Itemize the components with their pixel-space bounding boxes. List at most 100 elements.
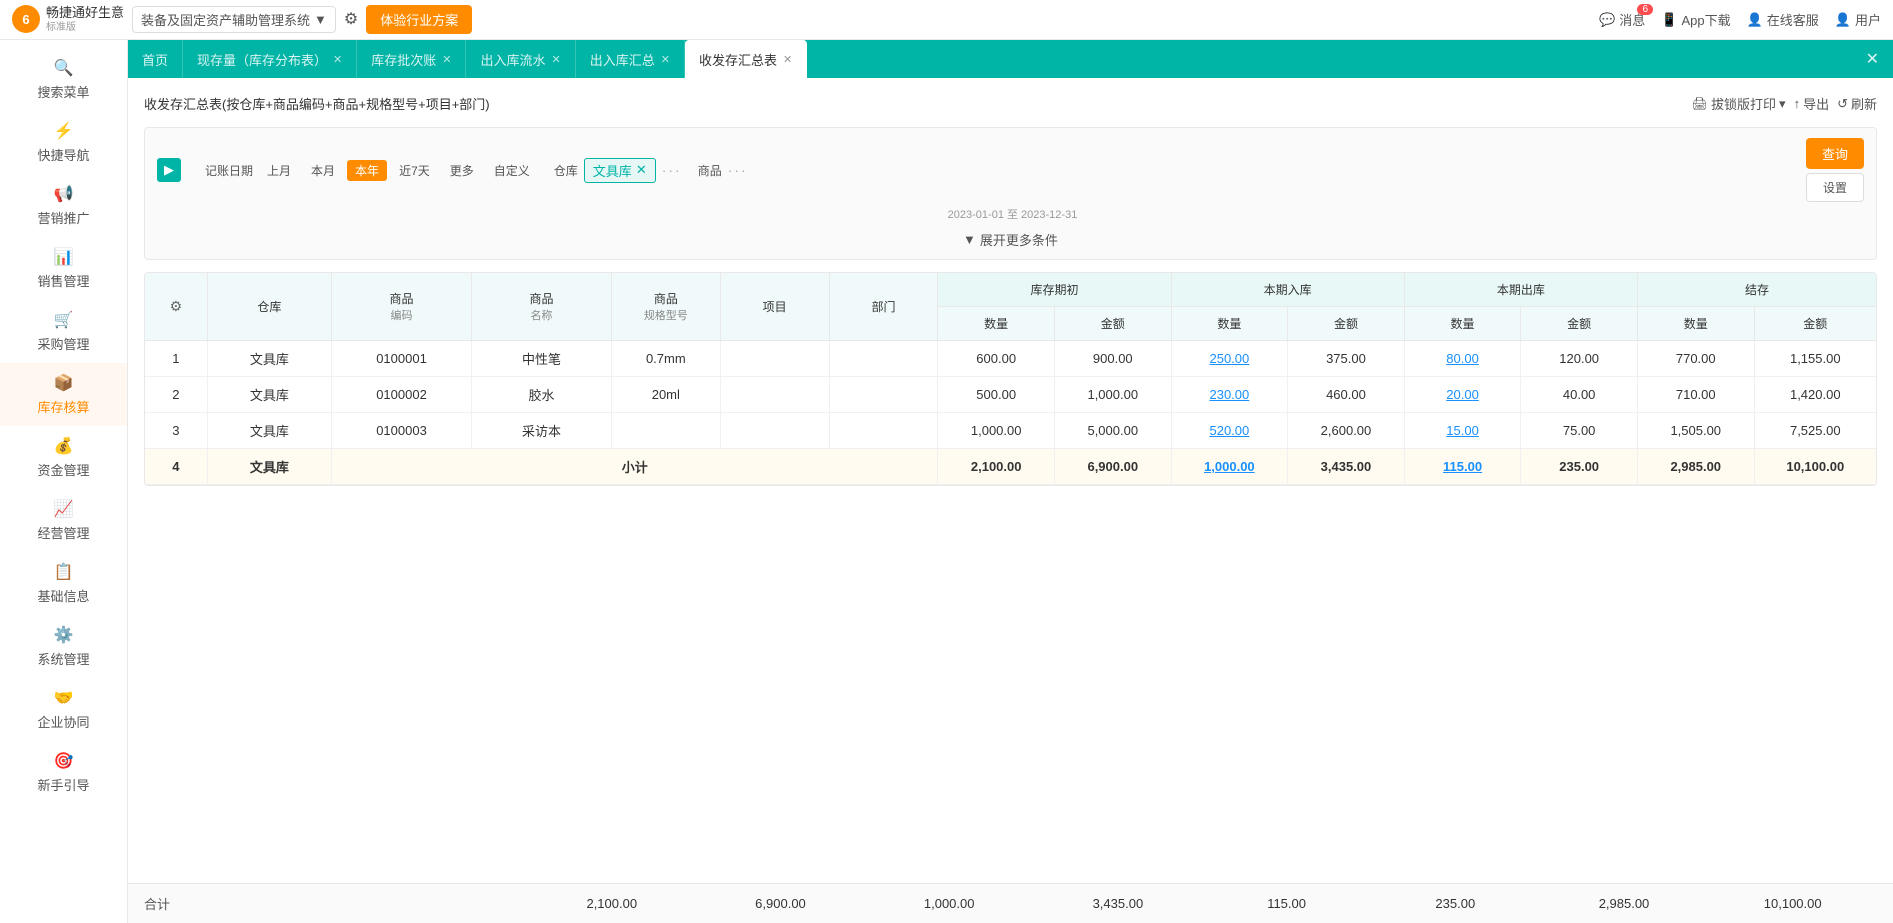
cell-out-qty[interactable]: 20.00 [1404, 377, 1521, 413]
total-col2: 6,900.00 [696, 896, 865, 911]
footer-values: 2,100.00 6,900.00 1,000.00 3,435.00 115.… [190, 896, 1877, 911]
refresh-btn[interactable]: ↺ 刷新 [1837, 94, 1877, 113]
cell-balance-qty: 1,505.00 [1637, 413, 1754, 449]
cell-spec [611, 413, 720, 449]
sidebar-item-purchase[interactable]: 🛒 采购管理 [0, 300, 127, 363]
total-col7: 2,985.00 [1540, 896, 1709, 911]
subtotal-opening-qty: 2,100.00 [938, 449, 1055, 485]
sidebar-item-base-info[interactable]: 📋 基础信息 [0, 552, 127, 615]
sidebar-item-newbie[interactable]: 🎯 新手引导 [0, 741, 127, 804]
user-btn[interactable]: 👤 用户 [1835, 10, 1881, 29]
cell-balance-amt: 7,525.00 [1754, 413, 1876, 449]
subtotal-in-qty[interactable]: 1,000.00 [1171, 449, 1288, 485]
sidebar-item-operations[interactable]: 📈 经营管理 [0, 489, 127, 552]
top-bar-left: 6 畅捷通好生意 标准版 装备及固定资产辅助管理系统 ▼ ⚙ 体验行业方案 [12, 5, 472, 35]
table-settings-icon[interactable]: ⚙ [170, 298, 183, 314]
tab-close-inout-flow[interactable]: ✕ [552, 53, 561, 66]
col-code-header: 商品编码 [332, 273, 472, 341]
message-btn[interactable]: 💬 消息 6 [1599, 10, 1645, 29]
query-button[interactable]: 查询 [1806, 138, 1864, 169]
date-tab-this-year[interactable]: 本年 [347, 160, 387, 181]
tab-receive-send-summary[interactable]: 收发存汇总表 ✕ [685, 40, 807, 78]
download-icon: 📱 [1661, 12, 1677, 28]
sidebar-item-marketing[interactable]: 📢 营销推广 [0, 174, 127, 237]
tab-bar: 首页 现存量（库存分布表） ✕ 库存批次账 ✕ 出入库流水 ✕ 出入库汇总 ✕ … [128, 40, 1893, 78]
tab-batch-ledger[interactable]: 库存批次账 ✕ [357, 40, 466, 78]
subtotal-out-qty[interactable]: 115.00 [1404, 449, 1521, 485]
sidebar-item-quick-nav[interactable]: ⚡ 快捷导航 [0, 111, 127, 174]
cell-project [720, 377, 829, 413]
cell-opening-amt: 5,000.00 [1054, 413, 1171, 449]
settings-icon-btn[interactable]: ⚙ [344, 9, 358, 29]
tab-close-inventory-dist[interactable]: ✕ [333, 53, 342, 66]
warehouse-remove-btn[interactable]: ✕ [636, 162, 647, 178]
tab-close-receive-send-summary[interactable]: ✕ [783, 53, 792, 66]
total-opening-amt-spacer [359, 896, 528, 911]
app-download-btn[interactable]: 📱 App下载 [1661, 10, 1730, 29]
sales-icon: 📊 [54, 247, 74, 267]
dropdown-arrow-icon: ▼ [314, 12, 327, 27]
filter-goods-item: 商品 ··· [698, 162, 748, 179]
col-opening-qty: 数量 [938, 307, 1055, 341]
expand-conditions-btn[interactable]: ▼ 展开更多条件 [157, 230, 1864, 249]
cell-out-qty[interactable]: 15.00 [1404, 413, 1521, 449]
sidebar-item-finance[interactable]: 💰 资金管理 [0, 426, 127, 489]
filter-collapse-btn[interactable]: ▶ [157, 158, 181, 182]
cell-project [720, 413, 829, 449]
date-filter-label: 记账日期 [205, 162, 253, 179]
filter-settings-btn[interactable]: 设置 [1806, 173, 1864, 202]
tab-home[interactable]: 首页 [128, 40, 183, 78]
data-table: ⚙ 仓库 商品编码 商品名称 商品规格型号 项目 部门 库存期初 本期入库 本期… [145, 273, 1876, 485]
export-btn[interactable]: ↑ 导出 [1794, 94, 1830, 113]
date-tab-custom[interactable]: 自定义 [486, 160, 538, 181]
goods-more-btn[interactable]: ··· [728, 162, 748, 178]
col-settings: ⚙ [145, 273, 207, 341]
date-tab-more[interactable]: 更多 [442, 160, 482, 181]
col-warehouse-header: 仓库 [207, 273, 331, 341]
tab-close-inout-summary[interactable]: ✕ [661, 53, 670, 66]
cell-in-qty[interactable]: 250.00 [1171, 341, 1288, 377]
sidebar-item-inventory[interactable]: 📦 库存核算 [0, 363, 127, 426]
logo-icon: 6 [12, 5, 40, 33]
date-tab-7days[interactable]: 近7天 [391, 160, 438, 181]
sidebar-item-system[interactable]: ⚙️ 系统管理 [0, 615, 127, 678]
tab-inout-flow[interactable]: 出入库流水 ✕ [466, 40, 575, 78]
tab-inventory-dist[interactable]: 现存量（库存分布表） ✕ [183, 40, 357, 78]
cell-dept [829, 341, 938, 377]
sidebar-item-cooperation[interactable]: 🤝 企业协同 [0, 678, 127, 741]
print-btn[interactable]: 🖨 拔锁版打印 ▾ [1692, 94, 1786, 113]
base-info-icon: 📋 [54, 562, 74, 582]
page-title-row: 收发存汇总表(按仓库+商品编码+商品+规格型号+项目+部门) 🖨 拔锁版打印 ▾… [144, 94, 1877, 113]
cell-out-amt: 75.00 [1521, 413, 1638, 449]
cell-warehouse: 文具库 [207, 413, 331, 449]
date-tab-prev-month[interactable]: 上月 [259, 160, 299, 181]
content-area: 首页 现存量（库存分布表） ✕ 库存批次账 ✕ 出入库流水 ✕ 出入库汇总 ✕ … [128, 40, 1893, 923]
online-service-btn[interactable]: 👤 在线客服 [1747, 10, 1819, 29]
cell-in-qty[interactable]: 520.00 [1171, 413, 1288, 449]
total-col3: 1,000.00 [865, 896, 1034, 911]
cell-balance-qty: 770.00 [1637, 341, 1754, 377]
tab-close-all-btn[interactable]: ✕ [1852, 49, 1893, 69]
tab-close-batch-ledger[interactable]: ✕ [442, 53, 451, 66]
page-content: 收发存汇总表(按仓库+商品编码+商品+规格型号+项目+部门) 🖨 拔锁版打印 ▾… [128, 78, 1893, 883]
cell-in-amt: 2,600.00 [1288, 413, 1405, 449]
tab-inout-summary[interactable]: 出入库汇总 ✕ [576, 40, 685, 78]
system-name-dropdown[interactable]: 装备及固定资产辅助管理系统 ▼ [132, 6, 336, 33]
table-row: 2 文具库 0100002 胶水 20ml 500.00 1,000.00 23… [145, 377, 1876, 413]
cooperation-icon: 🤝 [54, 688, 74, 708]
date-tab-this-month[interactable]: 本月 [303, 160, 343, 181]
total-col5: 115.00 [1202, 896, 1371, 911]
subtotal-balance-amt: 10,100.00 [1754, 449, 1876, 485]
cell-out-qty[interactable]: 80.00 [1404, 341, 1521, 377]
cell-index: 1 [145, 341, 207, 377]
logo-area: 6 畅捷通好生意 标准版 [12, 5, 124, 35]
warehouse-more-btn[interactable]: ··· [662, 162, 682, 178]
col-name-header: 商品名称 [471, 273, 611, 341]
sidebar-item-sales[interactable]: 📊 销售管理 [0, 237, 127, 300]
col-in-qty: 数量 [1171, 307, 1288, 341]
sidebar-item-search[interactable]: 🔍 搜索菜单 [0, 48, 127, 111]
trial-btn[interactable]: 体验行业方案 [366, 5, 472, 34]
cell-in-qty[interactable]: 230.00 [1171, 377, 1288, 413]
cell-name: 中性笔 [471, 341, 611, 377]
bottom-bar: 合计 2,100.00 6,900.00 1,000.00 3,435.00 1… [128, 883, 1893, 923]
